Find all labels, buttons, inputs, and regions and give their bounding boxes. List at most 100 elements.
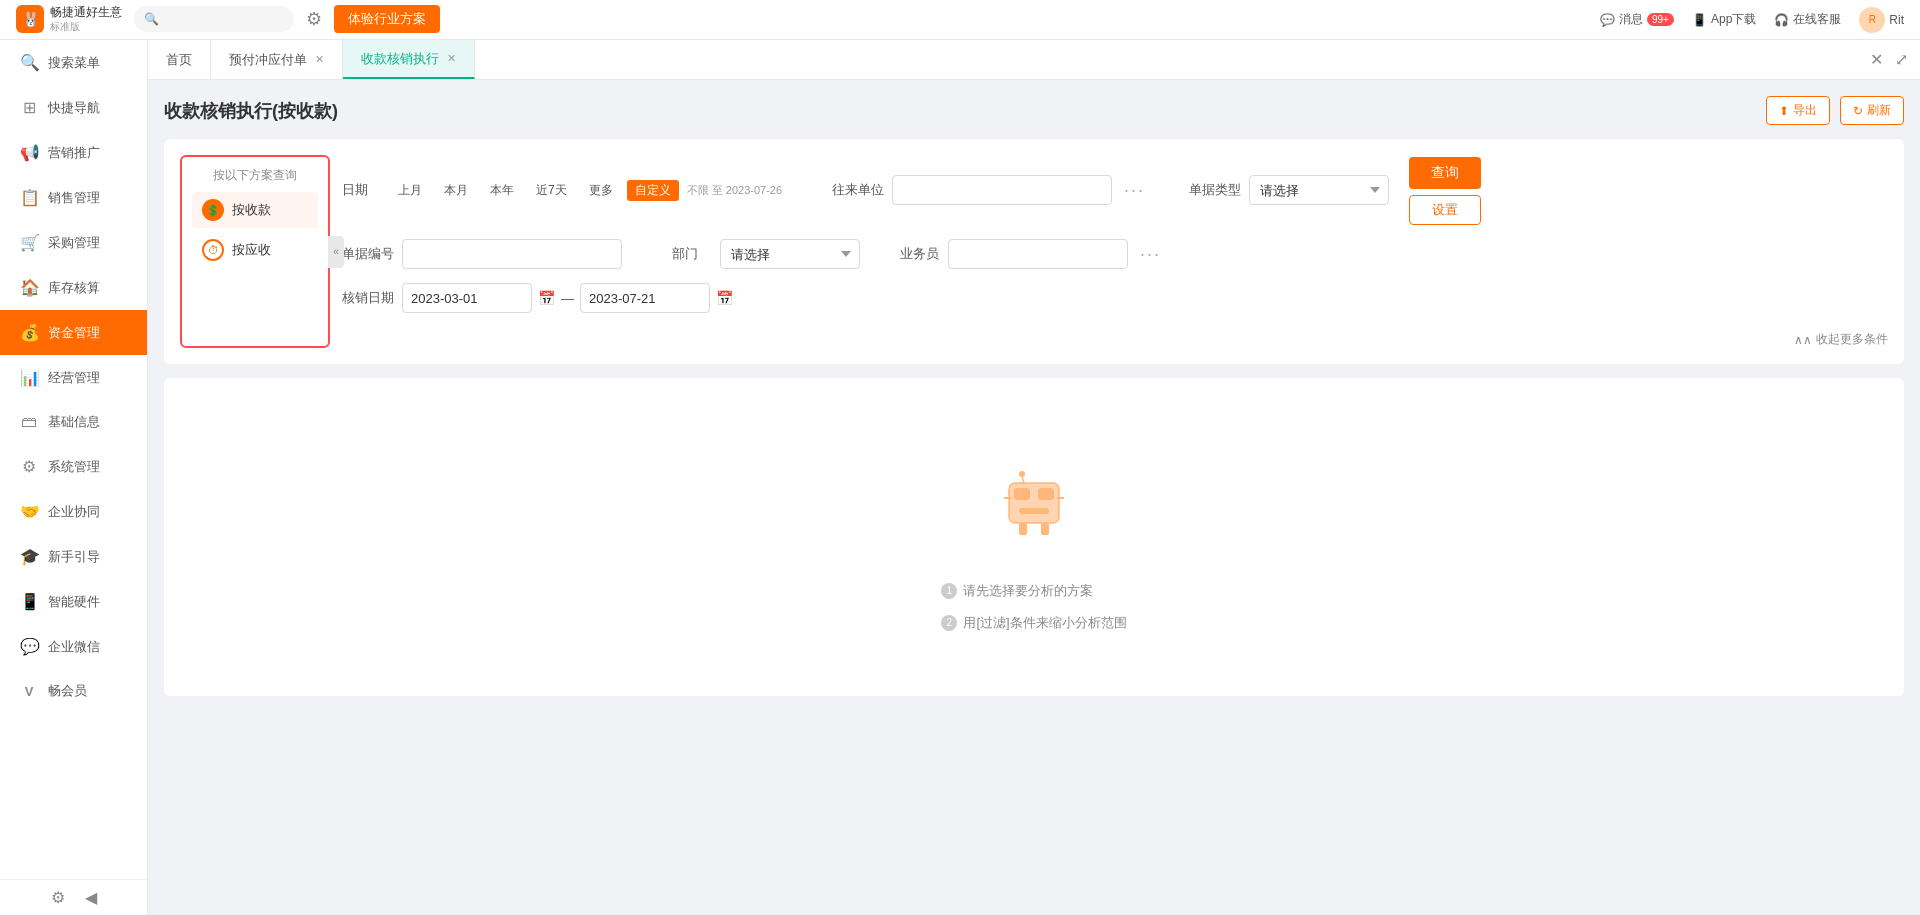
- app-download-action[interactable]: 📱 App下载: [1692, 11, 1756, 28]
- sidebar: 🔍 搜索菜单 ⊞ 快捷导航 📢 营销推广 📋 销售管理 🛒 采购管理 🏠 库存核…: [0, 40, 148, 915]
- sidebar-item-label: 库存核算: [48, 279, 100, 297]
- date-btn-last-month[interactable]: 上月: [390, 180, 430, 201]
- message-action[interactable]: 💬 消息 99+: [1600, 11, 1674, 28]
- collapse-more-btn[interactable]: ∧∧ 收起更多条件: [1794, 331, 1888, 348]
- filter-panel: 按以下方案查询 💲 按收款 ⏱ 按应收 «: [164, 139, 1904, 364]
- filter-option-by-receivable[interactable]: ⏱ 按应收: [192, 232, 318, 268]
- app-icon: 📱: [1692, 13, 1707, 27]
- page-header-actions: ⬆ 导出 ↻ 刷新: [1766, 96, 1904, 125]
- logo-text-area: 畅捷通好生意 标准版: [50, 5, 122, 33]
- svg-rect-7: [1041, 523, 1049, 535]
- refresh-button[interactable]: ↻ 刷新: [1840, 96, 1904, 125]
- staff-dots[interactable]: ···: [1136, 244, 1165, 265]
- close-prepay-tab-icon[interactable]: ✕: [315, 53, 324, 66]
- empty-state: 1 请先选择要分析的方案 2 用[过滤]条件来缩小分析范围: [164, 378, 1904, 696]
- tab-home[interactable]: 首页: [148, 40, 211, 79]
- sidebar-item-label: 经营管理: [48, 369, 100, 387]
- step-1-icon: 1: [941, 583, 957, 599]
- partner-input[interactable]: [892, 175, 1112, 205]
- avatar: R: [1859, 7, 1885, 33]
- sidebar-item-search-menu[interactable]: 🔍 搜索菜单: [0, 40, 147, 85]
- home-tab-label: 首页: [166, 51, 192, 69]
- online-service-action[interactable]: 🎧 在线客服: [1774, 11, 1841, 28]
- sidebar-item-enterprise[interactable]: 🤝 企业协同: [0, 489, 147, 534]
- date-btn-this-year[interactable]: 本年: [482, 180, 522, 201]
- sidebar-item-label: 畅会员: [48, 682, 87, 700]
- wechat-icon: 💬: [20, 637, 38, 656]
- svg-rect-3: [1019, 508, 1049, 514]
- date-btn-this-month[interactable]: 本月: [436, 180, 476, 201]
- calendar-end-icon[interactable]: 📅: [716, 290, 733, 306]
- svg-rect-6: [1019, 523, 1027, 535]
- export-icon: ⬆: [1779, 104, 1789, 118]
- message-badge: 99+: [1647, 13, 1674, 26]
- sidebar-item-funds[interactable]: 💰 资金管理: [0, 310, 147, 355]
- calendar-start-icon[interactable]: 📅: [538, 290, 555, 306]
- tab-expand-icon[interactable]: ⤢: [1895, 50, 1908, 69]
- sidebar-item-member[interactable]: V 畅会员: [0, 669, 147, 713]
- empty-icon-area: [974, 438, 1094, 558]
- main-layout: 🔍 搜索菜单 ⊞ 快捷导航 📢 营销推广 📋 销售管理 🛒 采购管理 🏠 库存核…: [0, 40, 1920, 915]
- by-receivable-label: 按应收: [232, 241, 271, 259]
- close-receipt-tab-icon[interactable]: ✕: [447, 52, 456, 65]
- industry-btn[interactable]: 体验行业方案: [334, 5, 440, 33]
- staff-input[interactable]: [948, 239, 1128, 269]
- writeoff-date-start-input[interactable]: [402, 283, 532, 313]
- sidebar-item-operations[interactable]: 📊 经营管理: [0, 355, 147, 400]
- sidebar-item-marketing[interactable]: 📢 营销推广: [0, 130, 147, 175]
- tab-receipt-offset[interactable]: 收款核销执行 ✕: [343, 40, 475, 79]
- filter-row-1: 日期 上月 本月 本年 近7天 更多 自定义 不限 至 2023-07-26: [342, 155, 1888, 225]
- receipt-icon: 💲: [202, 199, 224, 221]
- sidebar-collapse-icon[interactable]: ◀: [85, 888, 97, 907]
- receivable-icon: ⏱: [202, 239, 224, 261]
- sidebar-settings-icon[interactable]: ⚙: [51, 888, 65, 907]
- filter-date-field: 日期 上月 本月 本年 近7天 更多 自定义 不限 至 2023-07-26: [342, 180, 782, 201]
- filter-option-by-receipt[interactable]: 💲 按收款: [192, 192, 318, 228]
- sidebar-bottom: ⚙ ◀: [0, 879, 147, 915]
- empty-text-area: 1 请先选择要分析的方案 2 用[过滤]条件来缩小分析范围: [941, 578, 1126, 636]
- service-label: 在线客服: [1793, 11, 1841, 28]
- sidebar-item-purchase[interactable]: 🛒 采购管理: [0, 220, 147, 265]
- svg-rect-2: [1038, 488, 1054, 500]
- sidebar-item-guide[interactable]: 🎓 新手引导: [0, 534, 147, 579]
- bill-no-input[interactable]: [402, 239, 622, 269]
- writeoff-date-end-input[interactable]: [580, 283, 710, 313]
- date-btn-7days[interactable]: 近7天: [528, 180, 575, 201]
- filter-staff-field: 业务员 ···: [900, 239, 1165, 269]
- sidebar-item-basic-info[interactable]: 🗃 基础信息: [0, 400, 147, 444]
- sidebar-item-label: 新手引导: [48, 548, 100, 566]
- settings-gear-icon[interactable]: ⚙: [306, 8, 322, 30]
- settings-button[interactable]: 设置: [1409, 195, 1481, 225]
- quick-nav-icon: ⊞: [20, 98, 38, 117]
- query-button[interactable]: 查询: [1409, 157, 1481, 189]
- tab-prepay-offset[interactable]: 预付冲应付单 ✕: [211, 40, 343, 79]
- date-field-label: 日期: [342, 181, 382, 199]
- empty-hint-2: 2 用[过滤]条件来缩小分析范围: [941, 610, 1126, 636]
- tab-close-window-icon[interactable]: ✕: [1870, 50, 1883, 69]
- logo-sub: 标准版: [50, 20, 122, 34]
- search-menu-icon: 🔍: [20, 53, 38, 72]
- app-label: App下载: [1711, 11, 1756, 28]
- export-button[interactable]: ⬆ 导出: [1766, 96, 1830, 125]
- filter-row-3: 核销日期 📅 — 📅: [342, 283, 1888, 313]
- partner-field-label: 往来单位: [832, 181, 884, 199]
- sidebar-item-smart-hardware[interactable]: 📱 智能硬件: [0, 579, 147, 624]
- sidebar-item-quick-nav[interactable]: ⊞ 快捷导航: [0, 85, 147, 130]
- sidebar-item-wechat[interactable]: 💬 企业微信: [0, 624, 147, 669]
- bill-type-select[interactable]: 请选择: [1249, 175, 1389, 205]
- sidebar-item-system[interactable]: ⚙ 系统管理: [0, 444, 147, 489]
- user-area[interactable]: R Rit: [1859, 7, 1904, 33]
- top-search-box[interactable]: 🔍: [134, 6, 294, 32]
- logo-icon: 🐰: [16, 5, 44, 33]
- date-btn-more[interactable]: 更多: [581, 180, 621, 201]
- purchase-icon: 🛒: [20, 233, 38, 252]
- by-receipt-label: 按收款: [232, 201, 271, 219]
- partner-dots[interactable]: ···: [1120, 180, 1149, 201]
- staff-label: 业务员: [900, 245, 940, 263]
- filter-panel-title: 按以下方案查询: [192, 167, 318, 184]
- filter-collapse-btn[interactable]: «: [328, 236, 344, 268]
- sidebar-item-sales[interactable]: 📋 销售管理: [0, 175, 147, 220]
- dept-select[interactable]: 请选择: [720, 239, 860, 269]
- date-btn-custom[interactable]: 自定义: [627, 180, 679, 201]
- sidebar-item-inventory[interactable]: 🏠 库存核算: [0, 265, 147, 310]
